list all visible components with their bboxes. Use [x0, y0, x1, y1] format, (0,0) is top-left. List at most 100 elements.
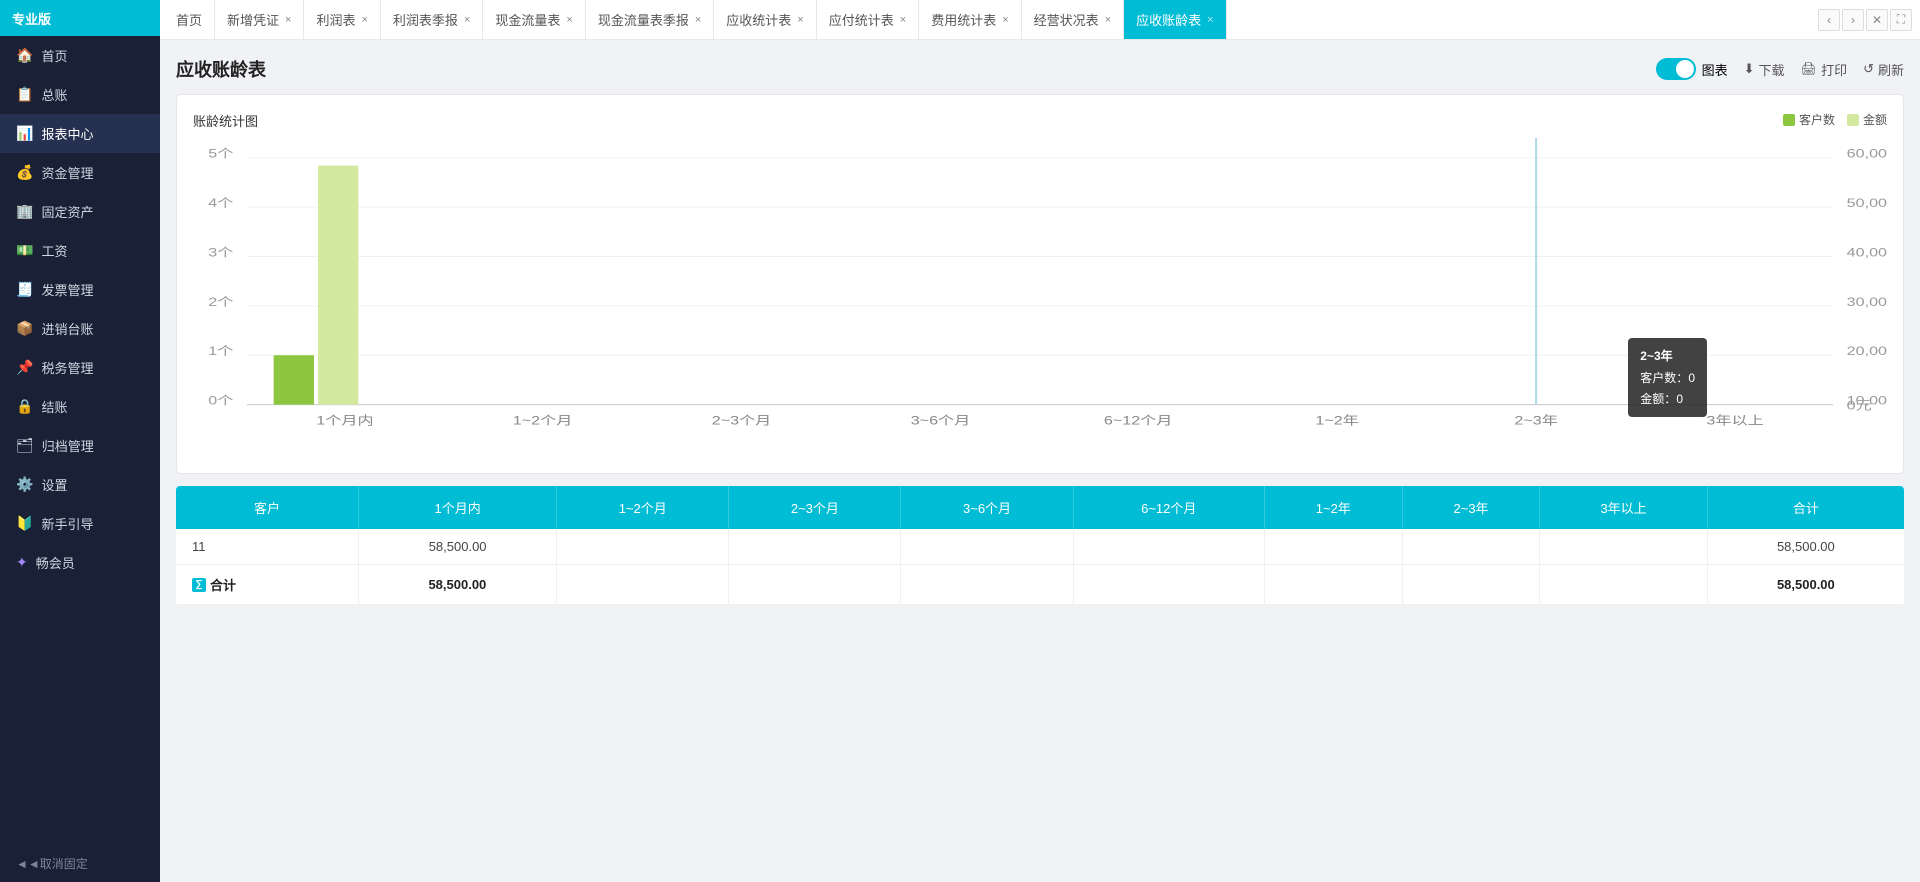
- chart-toggle-row: 图表: [1656, 58, 1728, 80]
- sidebar-item-label: 资金管理: [41, 163, 93, 182]
- legend-customer-label: 客户数: [1799, 111, 1835, 128]
- tab-voucher-label: 新增凭证: [227, 10, 279, 29]
- total-year3-plus: [1540, 565, 1707, 605]
- row-total: 58,500.00: [1707, 529, 1904, 565]
- row-month6-12: [1073, 529, 1264, 565]
- tab-aging-label: 应收账龄表: [1136, 10, 1201, 29]
- sidebar-item-label: 结账: [41, 397, 67, 416]
- download-button[interactable]: ⬇ 下载: [1744, 60, 1785, 79]
- sidebar-item-settings[interactable]: ⚙️ 设置: [0, 465, 160, 504]
- col-month3-6: 3~6个月: [901, 486, 1073, 529]
- tab-scroll-left[interactable]: ‹: [1818, 9, 1840, 31]
- tab-profit[interactable]: 利润表 ×: [304, 0, 380, 39]
- page-header: 应收账龄表 图表 ⬇ 下载 🖨 打印 ↺ 刷新: [176, 56, 1904, 82]
- tab-payable-stat-close[interactable]: ×: [900, 14, 906, 26]
- svg-text:0元: 0元: [1847, 399, 1872, 412]
- tab-cashflow-quarter-close[interactable]: ×: [695, 14, 701, 26]
- sidebar-item-member[interactable]: ✦ 畅会员: [0, 543, 160, 582]
- tab-home[interactable]: 首页: [164, 0, 215, 39]
- report-icon: 📊: [16, 125, 33, 142]
- total-label: ∑ 合计: [176, 565, 359, 604]
- total-month1-2: [557, 565, 729, 605]
- tab-scroll-right[interactable]: ›: [1842, 9, 1864, 31]
- refresh-button[interactable]: ↺ 刷新: [1863, 60, 1904, 79]
- aging-table: 客户 1个月内 1~2个月 2~3个月 3~6个月 6~12个月 1~2年 2~…: [176, 486, 1904, 605]
- sidebar-item-tax[interactable]: 📌 税务管理: [0, 348, 160, 387]
- page-title: 应收账龄表: [176, 56, 266, 82]
- tab-cashflow-label: 现金流量表: [495, 10, 560, 29]
- svg-text:3个: 3个: [208, 246, 233, 259]
- main-area: 首页 新增凭证 × 利润表 × 利润表季报 × 现金流量表 × 现金流量表季报 …: [160, 0, 1920, 882]
- sidebar-item-purchase[interactable]: 📦 进销台账: [0, 309, 160, 348]
- tab-voucher-close[interactable]: ×: [285, 14, 291, 26]
- tab-aging-close[interactable]: ×: [1207, 14, 1213, 26]
- svg-text:2~3个月: 2~3个月: [712, 413, 772, 426]
- svg-text:20,000.00元: 20,000.00元: [1847, 344, 1887, 357]
- sidebar-item-label: 税务管理: [41, 358, 93, 377]
- svg-text:1个: 1个: [208, 344, 233, 357]
- purchase-icon: 📦: [16, 320, 33, 337]
- tab-aging[interactable]: 应收账龄表 ×: [1124, 0, 1226, 39]
- sidebar-item-close-account[interactable]: 🔒 结账: [0, 387, 160, 426]
- bar-amount-1month[interactable]: [318, 166, 358, 405]
- total-month6-12: [1073, 565, 1264, 605]
- sidebar-item-salary[interactable]: 💵 工资: [0, 231, 160, 270]
- tab-operation[interactable]: 经营状况表 ×: [1022, 0, 1124, 39]
- legend-amount-color: [1847, 114, 1859, 126]
- tab-expense-stat-label: 费用统计表: [931, 10, 996, 29]
- legend-customer-count: 客户数: [1783, 111, 1835, 128]
- sidebar-item-label: 固定资产: [41, 202, 93, 221]
- tab-receivable-stat-close[interactable]: ×: [797, 14, 803, 26]
- unpin-sidebar-button[interactable]: ◄◄取消固定: [0, 845, 160, 882]
- print-button[interactable]: 🖨 打印: [1801, 60, 1848, 79]
- sidebar-item-report[interactable]: 📊 报表中心: [0, 114, 160, 153]
- sidebar-item-ledger[interactable]: 📋 总账: [0, 75, 160, 114]
- tab-profit-close[interactable]: ×: [361, 14, 367, 26]
- tab-cashflow-quarter-label: 现金流量表季报: [598, 10, 689, 29]
- tab-fullscreen[interactable]: ⛶: [1890, 9, 1912, 31]
- tab-bar: 首页 新增凭证 × 利润表 × 利润表季报 × 现金流量表 × 现金流量表季报 …: [160, 0, 1920, 40]
- sidebar-item-guide[interactable]: 🔰 新手引导: [0, 504, 160, 543]
- table-header-row: 客户 1个月内 1~2个月 2~3个月 3~6个月 6~12个月 1~2年 2~…: [176, 486, 1904, 529]
- member-icon: ✦: [16, 554, 28, 571]
- svg-text:4个: 4个: [208, 196, 233, 209]
- tab-cashflow-quarter[interactable]: 现金流量表季报 ×: [586, 0, 714, 39]
- tab-payable-stat[interactable]: 应付统计表 ×: [817, 0, 919, 39]
- tab-expense-stat[interactable]: 费用统计表 ×: [919, 0, 1021, 39]
- bar-customer-1month[interactable]: [274, 355, 314, 404]
- tab-voucher[interactable]: 新增凭证 ×: [215, 0, 304, 39]
- tab-receivable-stat[interactable]: 应收统计表 ×: [714, 0, 816, 39]
- svg-text:1个月内: 1个月内: [316, 413, 373, 426]
- sidebar-item-label: 总账: [41, 85, 67, 104]
- sidebar-item-asset[interactable]: 🏢 固定资产: [0, 192, 160, 231]
- table-row: 11 58,500.00 58,500.00: [176, 529, 1904, 565]
- tab-cashflow-close[interactable]: ×: [566, 14, 572, 26]
- sidebar-item-label: 畅会员: [36, 553, 75, 572]
- sidebar-item-home[interactable]: 🏠 首页: [0, 36, 160, 75]
- tab-operation-close[interactable]: ×: [1105, 14, 1111, 26]
- svg-text:1~2个月: 1~2个月: [513, 413, 573, 426]
- svg-text:30,000.00元: 30,000.00元: [1847, 295, 1887, 308]
- sidebar-item-fund[interactable]: 💰 资金管理: [0, 153, 160, 192]
- tab-cashflow[interactable]: 现金流量表 ×: [483, 0, 585, 39]
- sidebar: 专业版 🏠 首页 📋 总账 📊 报表中心 💰 资金管理 🏢 固定资产 💵 工资 …: [0, 0, 160, 882]
- chart-svg-area: 5个 4个 3个 2个 1个 0个 60,000.00元 50,000.00元 …: [193, 138, 1887, 454]
- chart-toggle[interactable]: [1656, 58, 1696, 80]
- tab-profit-quarter-close[interactable]: ×: [464, 14, 470, 26]
- tab-expense-stat-close[interactable]: ×: [1002, 14, 1008, 26]
- page-content: 应收账龄表 图表 ⬇ 下载 🖨 打印 ↺ 刷新: [160, 40, 1920, 882]
- total-icon: ∑: [192, 578, 206, 592]
- legend-amount-label: 金额: [1863, 111, 1887, 128]
- col-month2-3: 2~3个月: [729, 486, 901, 529]
- tab-close-all[interactable]: ✕: [1866, 9, 1888, 31]
- refresh-label: 刷新: [1878, 60, 1904, 79]
- sidebar-item-invoice[interactable]: 🧾 发票管理: [0, 270, 160, 309]
- col-year3-plus: 3年以上: [1540, 486, 1707, 529]
- tab-payable-stat-label: 应付统计表: [829, 10, 894, 29]
- sidebar-item-archive[interactable]: 🗂 归档管理: [0, 426, 160, 465]
- tab-profit-quarter[interactable]: 利润表季报 ×: [381, 0, 483, 39]
- asset-icon: 🏢: [16, 203, 33, 220]
- salary-icon: 💵: [16, 242, 33, 259]
- home-icon: 🏠: [16, 47, 33, 64]
- svg-text:3年以上: 3年以上: [1706, 413, 1763, 426]
